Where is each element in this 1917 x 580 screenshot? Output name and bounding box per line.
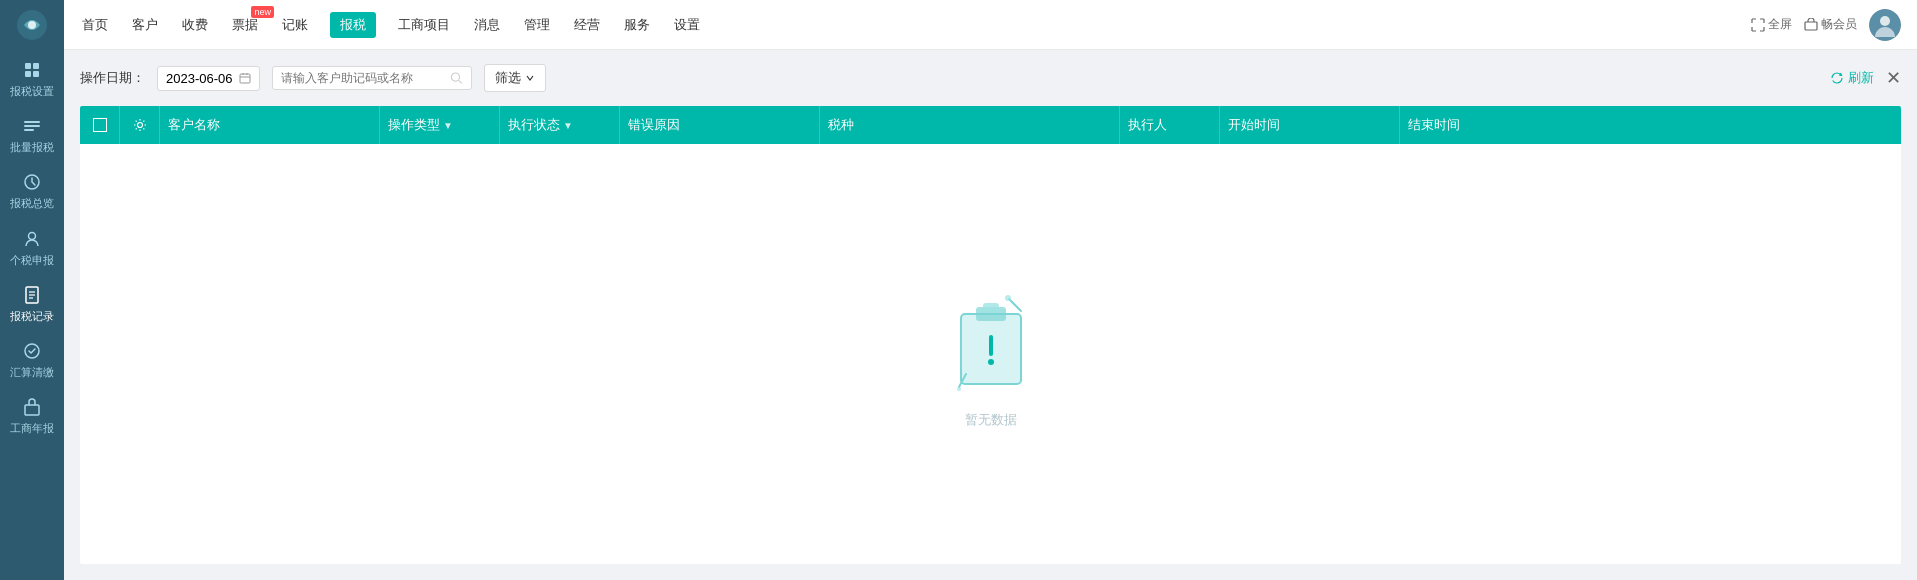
svg-point-32 [988, 359, 994, 365]
sort-icon-exec[interactable]: ▼ [563, 120, 573, 131]
sidebar-label-geshuishenbao: 个税申报 [10, 254, 54, 267]
geshuishenbao-icon [20, 227, 44, 251]
svg-point-10 [29, 232, 36, 239]
sidebar-label-baoshuijilu: 报税记录 [10, 310, 54, 323]
sidebar-item-baoshuizonglan[interactable]: 报税总览 [0, 162, 64, 218]
select-all-checkbox[interactable] [93, 118, 107, 132]
th-operation-type: 操作类型 ▼ [380, 106, 500, 144]
close-button[interactable]: ✕ [1886, 69, 1901, 87]
nav-shoufei[interactable]: 收费 [180, 12, 210, 38]
sort-icon-operation[interactable]: ▼ [443, 120, 453, 131]
svg-line-25 [458, 80, 461, 83]
empty-illustration [931, 279, 1051, 399]
nav-xiaoxi[interactable]: 消息 [472, 12, 502, 38]
svg-point-36 [957, 387, 961, 391]
th-exec-status: 执行状态 ▼ [500, 106, 620, 144]
nav-jizhang[interactable]: 记账 [280, 12, 310, 38]
search-box[interactable] [272, 66, 472, 90]
svg-point-34 [1005, 295, 1011, 301]
sidebar-item-baoshuijilu[interactable]: 报税记录 [0, 275, 64, 331]
nav-guanli[interactable]: 管理 [522, 12, 552, 38]
svg-rect-8 [24, 129, 34, 131]
svg-rect-6 [24, 121, 40, 123]
th-error-reason: 错误原因 [620, 106, 820, 144]
th-end-time: 结束时间 [1400, 106, 1520, 144]
nav-items: 首页 客户 收费 票据 new 记账 报税 工商项目 消息 管理 经营 服务 设… [80, 12, 1751, 38]
fullscreen-button[interactable]: 全屏 [1751, 16, 1792, 33]
data-table: 客户名称 操作类型 ▼ 执行状态 ▼ 错误原因 税种 执行人 [80, 106, 1901, 564]
new-badge: new [251, 6, 274, 18]
date-label: 操作日期： [80, 69, 145, 87]
sidebar-label-baoshuishezhi: 报税设置 [10, 85, 54, 98]
sidebar-item-huisuanjiaona[interactable]: 汇算清缴 [0, 331, 64, 387]
sidebar-label-baoshuizonglan: 报税总览 [10, 197, 54, 210]
sidebar-item-baoshuishezhi[interactable]: 报税设置 [0, 50, 64, 106]
th-executor: 执行人 [1120, 106, 1220, 144]
top-navigation: 首页 客户 收费 票据 new 记账 报税 工商项目 消息 管理 经营 服务 设… [64, 0, 1917, 50]
svg-rect-20 [240, 74, 250, 83]
gongshangnianb-icon [20, 395, 44, 419]
svg-point-24 [451, 73, 459, 81]
member-button[interactable]: 畅会员 [1804, 16, 1857, 33]
nav-piao[interactable]: 票据 new [230, 12, 260, 38]
date-value: 2023-06-06 [166, 71, 233, 86]
svg-rect-16 [25, 405, 39, 415]
refresh-label: 刷新 [1848, 69, 1874, 87]
sidebar: 报税设置 批量报税 报税总览 个税申报 [0, 0, 64, 580]
gear-icon [133, 118, 147, 132]
nav-jingying[interactable]: 经营 [572, 12, 602, 38]
sidebar-item-geshuishenbao[interactable]: 个税申报 [0, 219, 64, 275]
svg-rect-30 [983, 303, 999, 313]
date-picker[interactable]: 2023-06-06 [157, 66, 260, 91]
sidebar-label-gongshangnianb: 工商年报 [10, 422, 54, 435]
empty-text: 暂无数据 [965, 411, 1017, 429]
huisuanjiaona-icon [20, 339, 44, 363]
toolbar-right: 刷新 ✕ [1830, 69, 1901, 87]
th-tax-type: 税种 [820, 106, 1120, 144]
baoshuijilu-icon [20, 283, 44, 307]
nav-shouye[interactable]: 首页 [80, 12, 110, 38]
sidebar-label-piliangbaoshui: 批量报税 [10, 141, 54, 154]
app-logo [0, 0, 64, 50]
sidebar-item-gongshangnianb[interactable]: 工商年报 [0, 387, 64, 443]
svg-rect-2 [25, 63, 31, 69]
nav-right: 全屏 畅会员 [1751, 9, 1901, 41]
th-checkbox[interactable] [80, 106, 120, 144]
baoshuizonglan-icon [20, 170, 44, 194]
nav-kehu[interactable]: 客户 [130, 12, 160, 38]
svg-point-1 [28, 21, 36, 29]
sidebar-label-huisuanjiaona: 汇算清缴 [10, 366, 54, 379]
content-area: 操作日期： 2023-06-06 筛选 [64, 50, 1917, 580]
filter-button[interactable]: 筛选 [484, 64, 546, 92]
table-header: 客户名称 操作类型 ▼ 执行状态 ▼ 错误原因 税种 执行人 [80, 106, 1901, 144]
svg-point-26 [137, 123, 142, 128]
svg-point-19 [1880, 16, 1890, 26]
th-start-time: 开始时间 [1220, 106, 1400, 144]
search-input[interactable] [281, 71, 446, 85]
svg-rect-4 [25, 71, 31, 77]
svg-line-33 [1009, 299, 1021, 311]
nav-baoshui[interactable]: 报税 [330, 12, 376, 38]
empty-state: 暂无数据 [80, 144, 1901, 564]
svg-rect-3 [33, 63, 39, 69]
svg-rect-5 [33, 71, 39, 77]
th-settings[interactable] [120, 106, 160, 144]
user-avatar[interactable] [1869, 9, 1901, 41]
piliangbaoshui-icon [20, 114, 44, 138]
nav-fuwu[interactable]: 服务 [622, 12, 652, 38]
nav-shezhi[interactable]: 设置 [672, 12, 702, 38]
svg-rect-17 [1805, 22, 1817, 30]
svg-rect-7 [24, 125, 40, 127]
main-area: 首页 客户 收费 票据 new 记账 报税 工商项目 消息 管理 经营 服务 设… [64, 0, 1917, 580]
filter-label: 筛选 [495, 69, 521, 87]
sidebar-item-piliangbaoshui[interactable]: 批量报税 [0, 106, 64, 162]
baoshuishezhi-icon [20, 58, 44, 82]
nav-gongshangxiangmu[interactable]: 工商项目 [396, 12, 452, 38]
th-customer-name: 客户名称 [160, 106, 380, 144]
refresh-button[interactable]: 刷新 [1830, 69, 1874, 87]
toolbar: 操作日期： 2023-06-06 筛选 [64, 50, 1917, 106]
